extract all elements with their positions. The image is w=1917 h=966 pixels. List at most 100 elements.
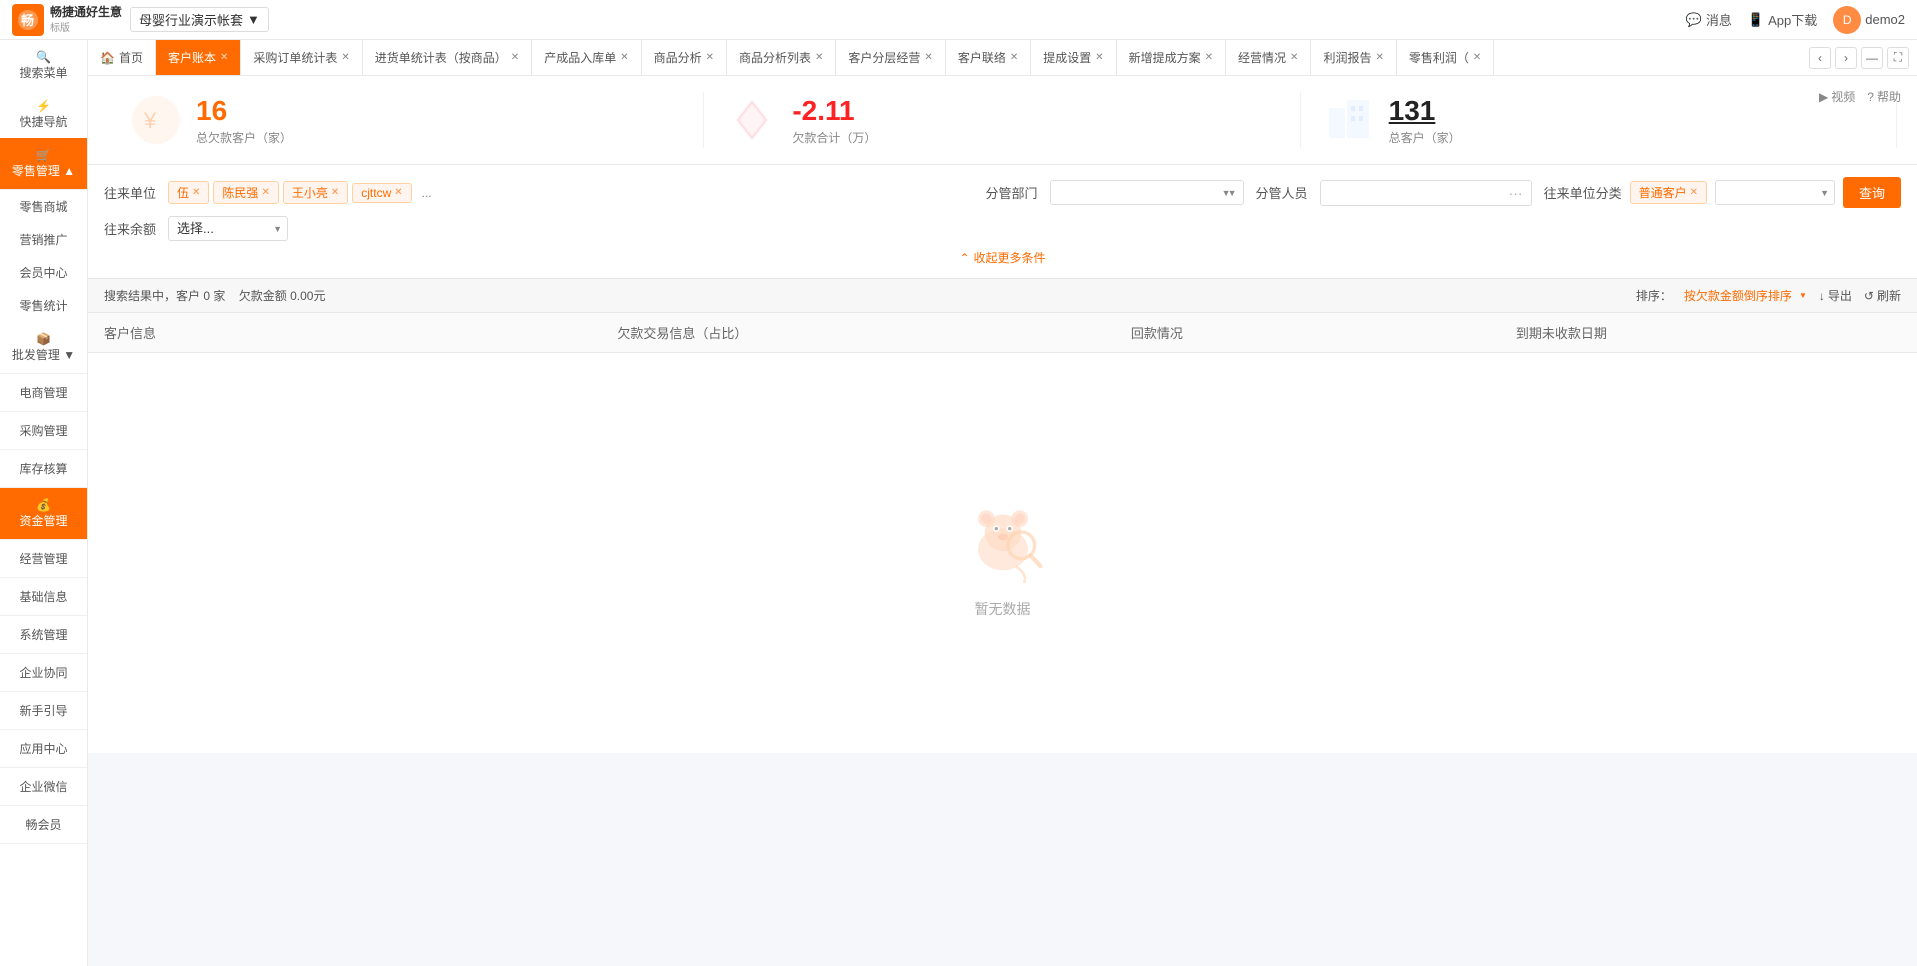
tab-product-analysis[interactable]: 商品分析 ✕	[642, 40, 727, 76]
tab-purchase-order-stats[interactable]: 采购订单统计表 ✕	[241, 40, 362, 76]
unit-class-selector[interactable]	[1715, 180, 1835, 205]
sidebar-item-newbie[interactable]: 新手引导	[0, 692, 87, 730]
tab-profit-report-close[interactable]: ✕	[1375, 52, 1383, 63]
tab-purchase-order-stats-close[interactable]: ✕	[341, 52, 349, 63]
sidebar-item-operations[interactable]: 经营管理	[0, 540, 87, 578]
tab-production-entry-close[interactable]: ✕	[620, 52, 628, 63]
export-label: 导出	[1828, 287, 1852, 304]
tab-new-promotion-plan-label: 新增提成方案	[1129, 49, 1201, 66]
sidebar-item-member-plus[interactable]: 畅会员	[0, 806, 87, 844]
sidebar-operations-label: 经营管理	[19, 552, 67, 566]
dept-dropdown-icon: ▼	[1228, 188, 1237, 198]
message-btn[interactable]: 💬 消息	[1686, 10, 1732, 29]
sidebar-item-enterprise-wx[interactable]: 企业微信	[0, 768, 87, 806]
refresh-button[interactable]: ↺ 刷新	[1864, 287, 1901, 304]
refresh-icon: ↺	[1864, 289, 1874, 303]
search-button[interactable]: 查询	[1843, 177, 1901, 208]
sidebar-item-inventory[interactable]: 库存核算	[0, 450, 87, 488]
search-icon: 🔍	[36, 50, 51, 64]
tab-maximize[interactable]: ⛶	[1887, 47, 1909, 69]
video-help-btn[interactable]: ▶ 视频	[1819, 88, 1855, 105]
app-download-btn[interactable]: 📱 App下载	[1748, 10, 1817, 29]
tab-new-promotion-plan-close[interactable]: ✕	[1205, 52, 1213, 63]
tab-promotion-settings[interactable]: 提成设置 ✕	[1031, 40, 1116, 76]
unit-tag-more[interactable]: ...	[416, 184, 438, 202]
tab-customer-segmentation-close[interactable]: ✕	[924, 52, 932, 63]
tab-customer-contact-close[interactable]: ✕	[1010, 52, 1018, 63]
person-input-field[interactable]	[1329, 185, 1505, 200]
unit-tag-cjttcw-close[interactable]: ✕	[394, 187, 402, 198]
tab-customer-segmentation[interactable]: 客户分层经营 ✕	[836, 40, 945, 76]
export-button[interactable]: ↓ 导出	[1819, 287, 1852, 304]
tab-scroll-right[interactable]: ›	[1835, 47, 1857, 69]
tab-customer-accounts-close[interactable]: ✕	[220, 52, 228, 63]
collapse-button[interactable]: ⌃ 收起更多条件	[104, 249, 1901, 266]
dept-filter-input[interactable]: ▼	[1050, 180, 1244, 205]
sidebar-item-enterprise-coop[interactable]: 企业协同	[0, 654, 87, 692]
tab-profit-report[interactable]: 利润报告 ✕	[1311, 40, 1396, 76]
unit-class-tag-normal[interactable]: 普通客户 ✕	[1630, 181, 1707, 204]
unit-tag-chen-close[interactable]: ✕	[261, 187, 269, 198]
tab-home[interactable]: 🏠 首页	[88, 40, 156, 76]
tab-incoming-stats[interactable]: 进货单统计表（按商品） ✕	[363, 40, 532, 76]
help-btn[interactable]: ? 帮助	[1867, 88, 1901, 105]
sidebar-item-search[interactable]: 🔍 搜索菜单	[0, 40, 87, 91]
unit-class-tags: 普通客户 ✕	[1630, 181, 1707, 204]
tab-scroll-left[interactable]: ‹	[1809, 47, 1831, 69]
tab-operations-status-close[interactable]: ✕	[1290, 52, 1298, 63]
unit-tag-wu-close[interactable]: ✕	[192, 187, 200, 198]
person-filter-more[interactable]: ···	[1509, 185, 1523, 201]
unit-tag-wang[interactable]: 王小亮 ✕	[283, 181, 348, 204]
sidebar-item-retail-mgmt[interactable]: 🛒 零售管理 ▲	[0, 138, 87, 190]
dept-input-field[interactable]	[1059, 185, 1235, 200]
tab-customer-accounts[interactable]: 客户账本 ✕	[156, 40, 241, 76]
results-summary: 搜索结果中，客户 0 家 欠款金额 0.00元	[104, 287, 325, 304]
unit-class-selector-wrap[interactable]	[1715, 180, 1835, 205]
tab-production-entry-label: 产成品入库单	[544, 49, 616, 66]
unit-tag-cjttcw[interactable]: cjttcw ✕	[352, 183, 411, 203]
empty-text: 暂无数据	[975, 599, 1031, 619]
tab-customer-contact-label: 客户联络	[958, 49, 1006, 66]
chevron-down-icon: ▼	[247, 12, 260, 27]
sort-selector[interactable]: 按欠款金额倒序排序	[1684, 289, 1807, 303]
sidebar-item-quicknav[interactable]: ⚡ 快捷导航	[0, 91, 87, 138]
sidebar-item-system[interactable]: 系统管理	[0, 616, 87, 654]
balance-selector[interactable]: 选择...	[168, 216, 288, 241]
tab-operations-status[interactable]: 经营情况 ✕	[1226, 40, 1311, 76]
sidebar-item-retail-mall[interactable]: 零售商城	[0, 190, 87, 223]
sidebar-item-member[interactable]: 会员中心	[0, 256, 87, 289]
tab-product-analysis-close[interactable]: ✕	[706, 52, 714, 63]
sidebar-item-retail-stats[interactable]: 零售统计	[0, 289, 87, 322]
sidebar-item-ecommerce[interactable]: 电商管理	[0, 374, 87, 412]
company-selector[interactable]: 母婴行业演示帐套 ▼	[130, 7, 269, 32]
unit-tag-chen[interactable]: 陈民强 ✕	[213, 181, 278, 204]
tab-production-entry[interactable]: 产成品入库单 ✕	[532, 40, 641, 76]
person-filter-input[interactable]: ···	[1320, 180, 1532, 206]
balance-selector-wrap[interactable]: 选择...	[168, 216, 288, 241]
unit-tag-wu[interactable]: 伍 ✕	[168, 181, 209, 204]
unit-tag-wang-close[interactable]: ✕	[331, 187, 339, 198]
tab-retail-profit[interactable]: 零售利润（ ✕	[1397, 40, 1494, 76]
tab-product-analysis-list-close[interactable]: ✕	[815, 52, 823, 63]
sort-selector-wrap[interactable]: 按欠款金额倒序排序	[1684, 289, 1807, 303]
tab-retail-profit-close[interactable]: ✕	[1473, 52, 1481, 63]
tab-minimize[interactable]: —	[1861, 47, 1883, 69]
results-summary-mid: 家	[213, 289, 225, 303]
logo-brand: 畅捷通好生意	[50, 5, 122, 19]
sidebar-item-finance[interactable]: 💰 资金管理	[0, 488, 87, 540]
tab-new-promotion-plan[interactable]: 新增提成方案 ✕	[1117, 40, 1226, 76]
tab-product-analysis-list[interactable]: 商品分析列表 ✕	[727, 40, 836, 76]
tab-incoming-stats-close[interactable]: ✕	[511, 52, 519, 63]
sidebar-item-wholesale[interactable]: 📦 批发管理 ▼	[0, 322, 87, 374]
user-area[interactable]: D demo2	[1833, 6, 1905, 34]
tab-customer-contact[interactable]: 客户联络 ✕	[946, 40, 1031, 76]
sidebar-item-marketing[interactable]: 营销推广	[0, 223, 87, 256]
sidebar-finance-label: 资金管理	[19, 514, 67, 528]
tab-promotion-settings-close[interactable]: ✕	[1095, 52, 1103, 63]
tab-purchase-order-stats-label: 采购订单统计表	[253, 49, 337, 66]
sidebar-item-purchase[interactable]: 采购管理	[0, 412, 87, 450]
sidebar-item-basics[interactable]: 基础信息	[0, 578, 87, 616]
stat-total-customers-value[interactable]: 131	[1389, 95, 1461, 127]
unit-class-tag-normal-close[interactable]: ✕	[1690, 187, 1698, 198]
sidebar-item-app-center[interactable]: 应用中心	[0, 730, 87, 768]
